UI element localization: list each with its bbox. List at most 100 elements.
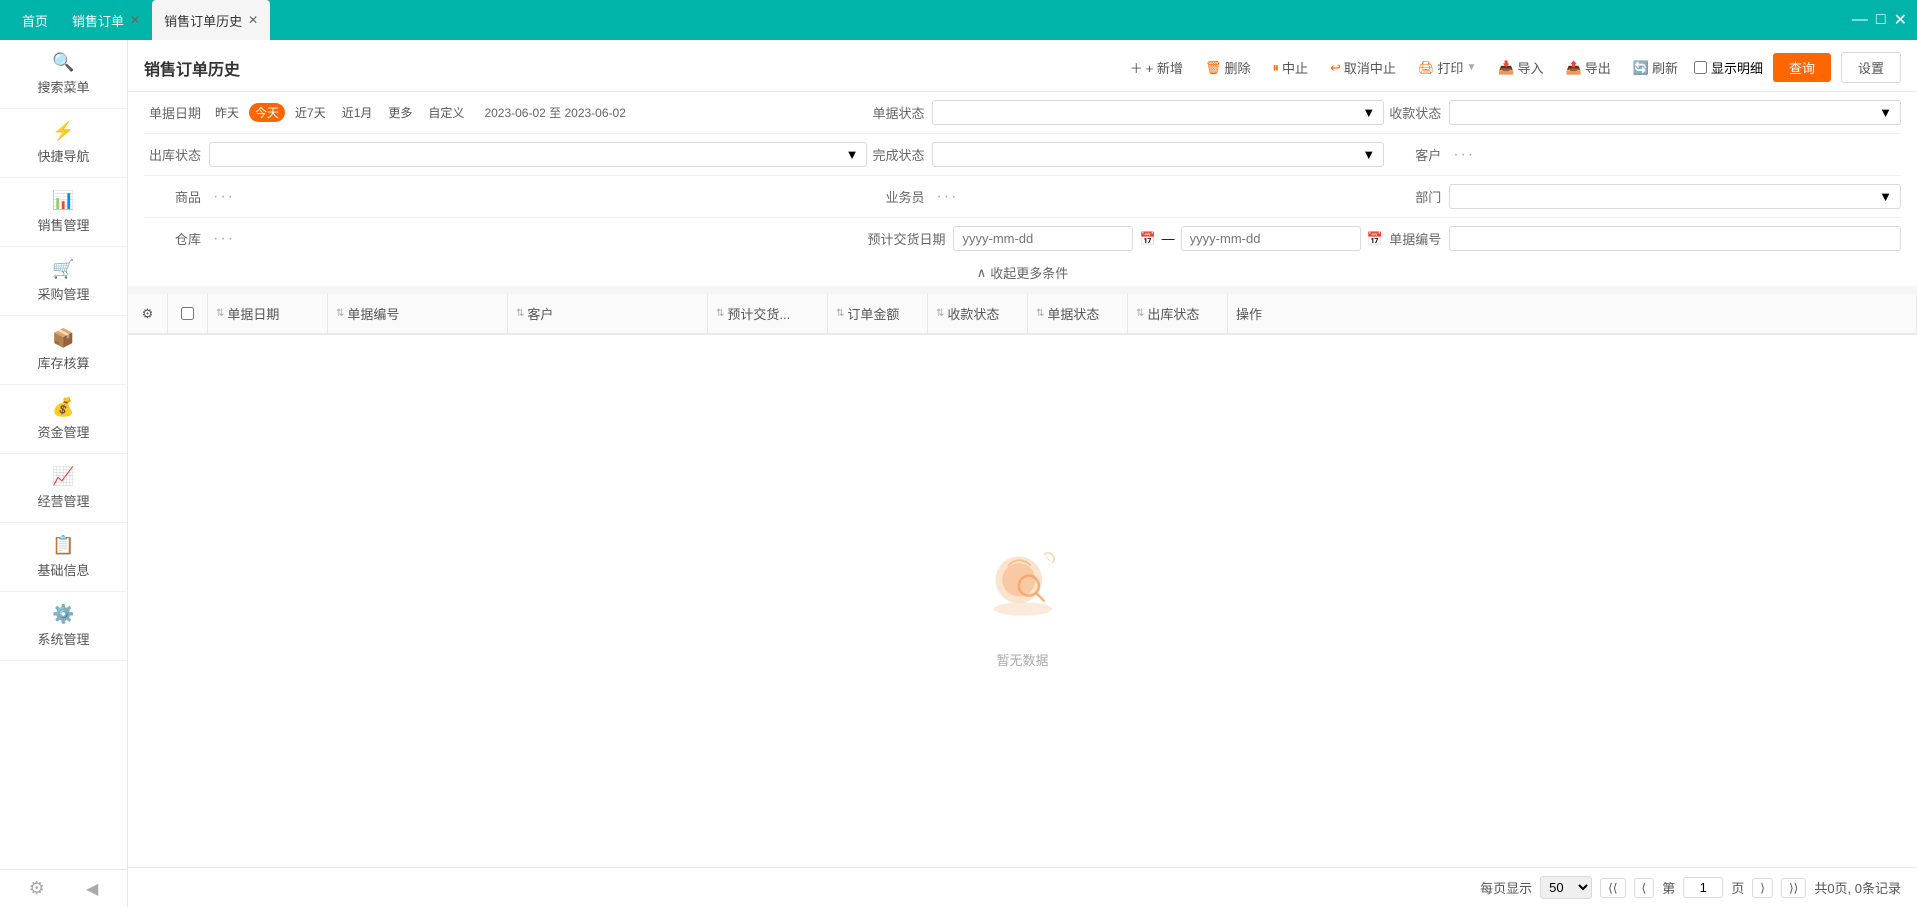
sidebar-item-search-menu-label: 搜索菜单 [37,77,89,96]
cancel-stop-icon: ↩ [1330,60,1341,76]
out-control: ▼ [209,142,867,167]
sidebar-settings-icon[interactable]: ⚙ [29,878,45,899]
maximize-icon[interactable]: □ [1876,11,1886,29]
print-button[interactable]: 🖨 打印 ▼ [1412,54,1482,81]
delivery-start-input[interactable] [953,226,1133,251]
sidebar-item-quick-nav[interactable]: ⚡ 快捷导航 [0,109,127,178]
delete-button[interactable]: 🗑 删除 [1199,54,1257,81]
docnum-input[interactable] [1449,226,1901,251]
show-detail-checkbox[interactable] [1694,61,1707,74]
th-doc-no[interactable]: ⇅ 单据编号 [328,294,508,333]
sort-customer-icon: ⇅ [516,308,524,319]
tab-sales-order-history[interactable]: 销售订单历史 ✕ [152,0,270,40]
th-checkbox[interactable] [168,294,208,333]
total-text: 共0页, 0条记录 [1814,878,1901,897]
salesperson-control: ··· [932,188,1384,206]
out-select[interactable]: ▼ [209,142,867,167]
stop-label: 中止 [1282,58,1308,77]
tab-sales-order-history-close[interactable]: ✕ [248,13,258,27]
sidebar-collapse-icon[interactable]: ◀ [86,879,98,899]
salesperson-select[interactable]: ··· [932,188,962,206]
minimize-icon[interactable]: — [1852,11,1868,29]
calendar-end-icon[interactable]: 📅 [1367,231,1383,247]
th-out-status[interactable]: ⇅ 出库状态 [1128,294,1228,333]
th-delivery[interactable]: ⇅ 预计交货... [708,294,828,333]
new-button[interactable]: ＋ + 新增 [1124,54,1189,81]
date-1month[interactable]: 近1月 [336,103,379,122]
per-page-select[interactable]: 50 10 20 100 [1540,876,1592,899]
stop-button[interactable]: ⏸ 中止 [1266,54,1314,81]
sidebar-item-inventory-label: 库存核算 [37,353,89,372]
th-operation: 操作 [1228,294,1917,333]
sort-out-icon: ⇅ [1136,308,1144,319]
collapse-button[interactable]: ∧ 收起更多条件 [144,259,1901,286]
sidebar-item-operations[interactable]: 📈 经营管理 [0,454,127,523]
close-window-icon[interactable]: ✕ [1894,10,1907,30]
search-menu-icon: 🔍 [52,52,74,73]
cancel-stop-button[interactable]: ↩ 取消中止 [1324,54,1402,81]
prev-page-button[interactable]: ⟨ [1634,878,1655,898]
payment-control: ▼ [1449,100,1901,125]
salesperson-label: 业务员 [867,187,932,206]
settings-button[interactable]: 设置 [1841,52,1901,83]
filter-row-2: 出库状态 ▼ 完成状态 ▼ [144,134,1901,176]
status-select[interactable]: ▼ [932,100,1384,125]
dept-select[interactable]: ▼ [1449,184,1901,209]
date-7days[interactable]: 近7天 [289,103,332,122]
sidebar-item-base-info[interactable]: 📋 基础信息 [0,523,127,592]
th-gear[interactable]: ⚙ [128,294,168,333]
select-all-checkbox[interactable] [181,307,194,320]
sidebar-item-capital[interactable]: 💰 资金管理 [0,385,127,454]
payment-select[interactable]: ▼ [1449,100,1901,125]
date-custom[interactable]: 自定义 [422,103,470,122]
th-customer[interactable]: ⇅ 客户 [508,294,708,333]
query-button[interactable]: 查询 [1773,53,1831,82]
date-yesterday[interactable]: 昨天 [209,103,245,122]
filter-dept-cell: 部门 ▼ [1384,184,1901,209]
tab-sales-order-close[interactable]: ✕ [130,13,140,27]
first-page-button[interactable]: ⟨⟨ [1600,878,1625,898]
next-page-button[interactable]: ⟩ [1752,878,1773,898]
sidebar-item-sales-mgmt[interactable]: 📊 销售管理 [0,178,127,247]
goods-select[interactable]: ··· [209,188,239,206]
sidebar-item-inventory[interactable]: 📦 库存核算 [0,316,127,385]
out-label: 出库状态 [144,145,209,164]
warehouse-select[interactable]: ··· [209,230,239,248]
import-button[interactable]: 📥 导入 [1492,54,1549,81]
sidebar-item-search-menu[interactable]: 🔍 搜索菜单 [0,40,127,109]
th-date[interactable]: ⇅ 单据日期 [208,294,328,333]
filter-payment-cell: 收款状态 ▼ [1384,100,1901,125]
tab-home[interactable]: 首页 [10,0,60,40]
sidebar: 🔍 搜索菜单 ⚡ 快捷导航 📊 销售管理 🛒 采购管理 📦 库存核算 💰 资金管… [0,40,128,907]
customer-select[interactable]: ··· [1449,146,1479,164]
sidebar-item-system-mgmt[interactable]: ⚙️ 系统管理 [0,592,127,661]
sidebar-item-capital-label: 资金管理 [37,422,89,441]
per-page-label: 每页显示 [1480,878,1532,897]
calendar-start-icon[interactable]: 📅 [1139,231,1155,247]
refresh-button[interactable]: 🔄 刷新 [1627,54,1684,81]
show-detail-checkbox-group: 显示明细 [1694,58,1763,77]
payment-label: 收款状态 [1384,103,1449,122]
th-amount[interactable]: ⇅ 订单金额 [828,294,928,333]
date-today[interactable]: 今天 [249,103,285,122]
th-doc-status[interactable]: ⇅ 单据状态 [1028,294,1128,333]
sidebar-item-purchase-mgmt[interactable]: 🛒 采购管理 [0,247,127,316]
pagination-bar: 每页显示 50 10 20 100 ⟨⟨ ⟨ 第 页 ⟩ ⟩⟩ 共0页, 0条记… [128,867,1917,907]
delivery-end-input[interactable] [1181,226,1361,251]
filter-row-3: 商品 ··· 业务员 ··· 部门 ▼ [144,176,1901,218]
goods-label: 商品 [144,187,209,206]
dept-control: ▼ [1449,184,1901,209]
last-page-button[interactable]: ⟩⟩ [1781,878,1806,898]
page-number-input[interactable] [1683,877,1723,898]
import-icon: 📥 [1498,60,1514,76]
complete-select[interactable]: ▼ [932,142,1384,167]
collapse-up-icon: ∧ [977,265,987,281]
export-button[interactable]: 📤 导出 [1560,54,1617,81]
docnum-label: 单据编号 [1384,229,1449,248]
tab-sales-order[interactable]: 销售订单 ✕ [60,0,152,40]
empty-state: 暂无数据 [128,335,1917,867]
date-more[interactable]: 更多 [382,103,418,122]
customer-label: 客户 [1384,145,1449,164]
sidebar-item-base-info-label: 基础信息 [37,560,89,579]
th-payment-status[interactable]: ⇅ 收款状态 [928,294,1028,333]
